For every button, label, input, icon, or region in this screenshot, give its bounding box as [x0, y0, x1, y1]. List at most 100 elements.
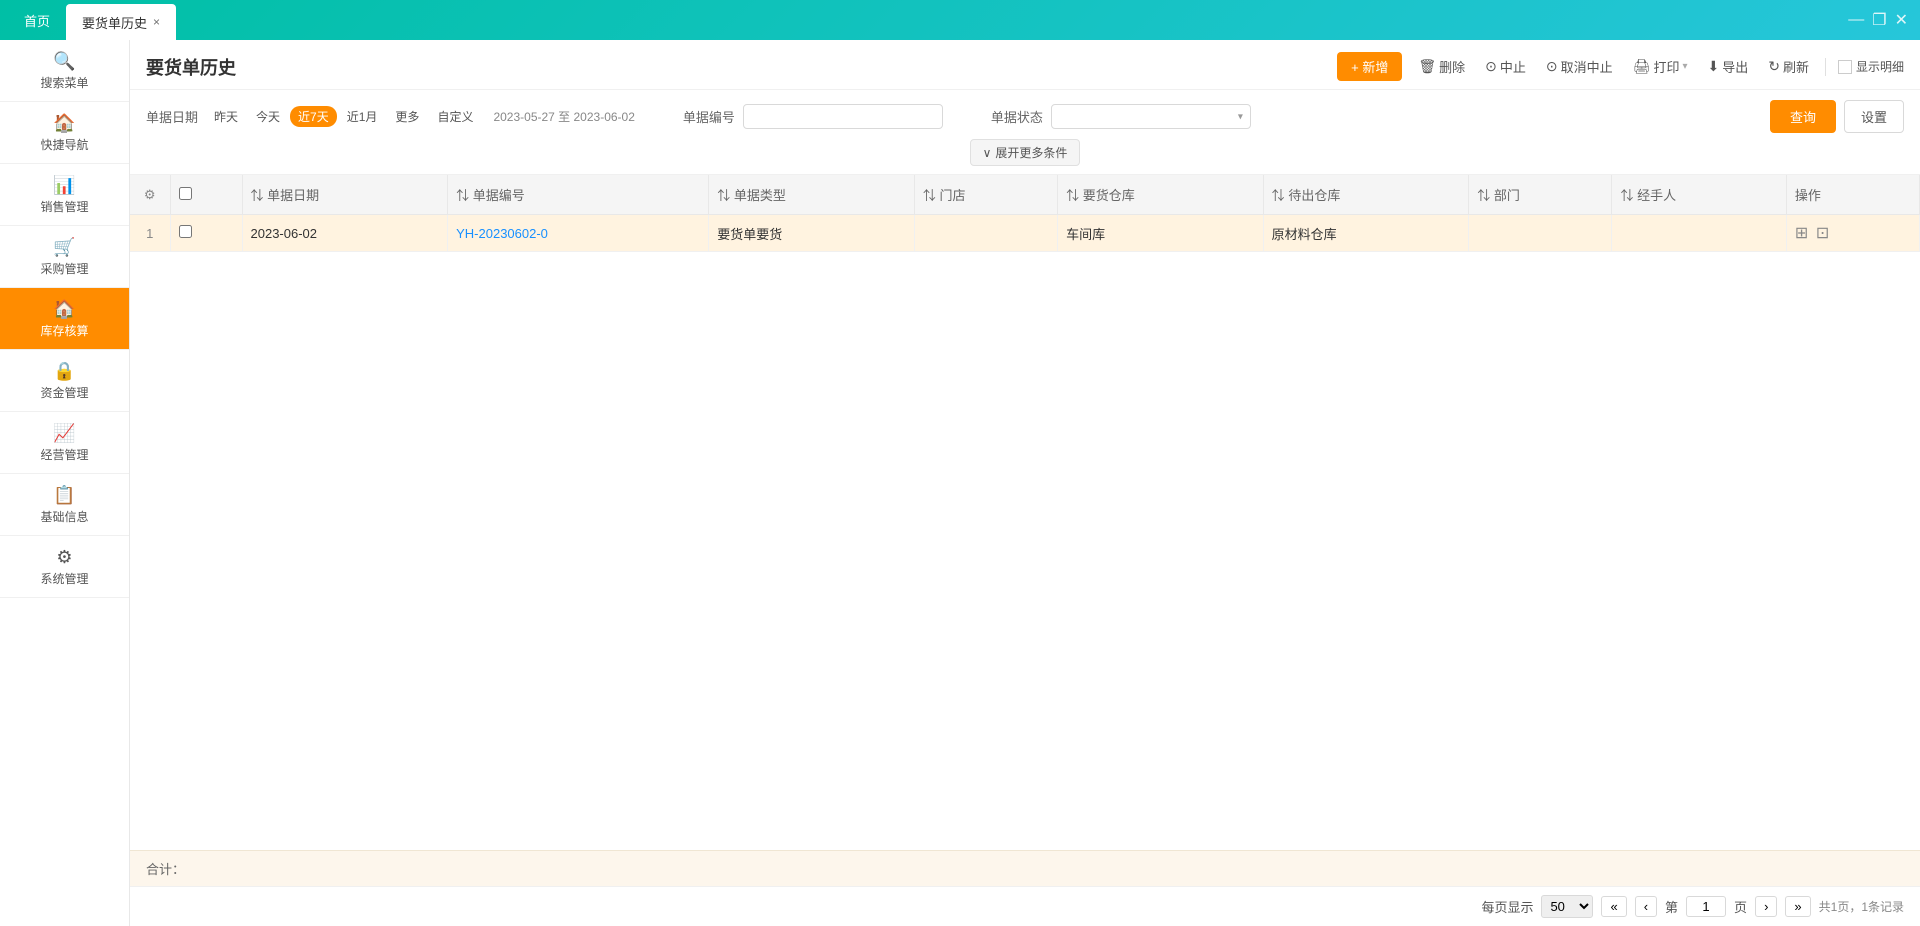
expand-row: ∨ 展开更多条件: [146, 139, 1904, 166]
table-row: 1 2023-06-02 YH-20230602-0 要货单要货 车间库 原材料…: [130, 215, 1920, 252]
column-dept-header[interactable]: ⇅ 部门: [1469, 175, 1612, 215]
column-store-header[interactable]: ⇅ 门店: [914, 175, 1057, 215]
date-option-more[interactable]: 更多: [387, 106, 427, 127]
sort-date-icon: ⇅: [251, 188, 264, 203]
table-footer: 合计：: [130, 850, 1920, 886]
sidebar-item-inventory[interactable]: 🏠 库存核算: [0, 288, 129, 350]
doc-no-link[interactable]: YH-20230602-0: [456, 226, 548, 241]
export-button[interactable]: ⬇ 导出: [1703, 53, 1752, 80]
first-page-button[interactable]: «: [1601, 896, 1626, 917]
prev-page-button[interactable]: ‹: [1635, 896, 1657, 917]
page-number-input[interactable]: [1686, 896, 1726, 917]
row-no-cell: YH-20230602-0: [448, 215, 709, 252]
cancel-stop-icon: ⊙: [1546, 58, 1558, 75]
tab-home[interactable]: 首页: [8, 0, 66, 40]
export-icon: ⬇: [1707, 58, 1719, 75]
sidebar-item-operations[interactable]: 📈 经营管理: [0, 412, 129, 474]
sidebar-item-sales[interactable]: 📊 销售管理: [0, 164, 129, 226]
row-operation-cell: ⊞ ⊡: [1786, 215, 1919, 252]
column-checkbox-header: [170, 175, 242, 215]
stop-button[interactable]: ⊙ 中止: [1481, 53, 1530, 80]
status-select[interactable]: [1051, 104, 1251, 129]
delete-button[interactable]: 🗑 删除: [1414, 53, 1469, 80]
column-type-header[interactable]: ⇅ 单据类型: [709, 175, 915, 215]
sidebar-item-purchase[interactable]: 🛒 采购管理: [0, 226, 129, 288]
sort-handler-icon: ⇅: [1620, 188, 1633, 203]
date-option-today[interactable]: 今天: [248, 106, 288, 127]
expand-more-button[interactable]: ∨ 展开更多条件: [970, 139, 1081, 166]
column-pending-warehouse-header[interactable]: ⇅ 待出仓库: [1263, 175, 1469, 215]
chevron-down-icon: ∨: [983, 146, 992, 160]
sidebar-item-quicknav[interactable]: 🏠 快捷导航: [0, 102, 129, 164]
purchase-icon: 🛒: [53, 238, 75, 256]
column-no-header[interactable]: ⇅ 单据编号: [448, 175, 709, 215]
tab-close-icon[interactable]: ×: [153, 15, 160, 29]
next-page-button[interactable]: ›: [1755, 896, 1777, 917]
window-controls: — ❐ ✕: [1848, 10, 1920, 30]
query-button[interactable]: 查询: [1770, 100, 1836, 133]
sort-pending-warehouse-icon: ⇅: [1272, 188, 1285, 203]
filter-bar: 单据日期 昨天 今天 近7天 近1月 更多 自定义 2023-05-27 至 2…: [130, 90, 1920, 175]
date-option-1month[interactable]: 近1月: [339, 106, 386, 127]
filter-buttons: 查询 设置: [1770, 100, 1904, 133]
refresh-button[interactable]: ↻ 刷新: [1764, 53, 1813, 80]
column-req-warehouse-header[interactable]: ⇅ 要货仓库: [1058, 175, 1264, 215]
restore-icon[interactable]: ❐: [1872, 10, 1886, 30]
sidebar-item-finance[interactable]: 🔒 资金管理: [0, 350, 129, 412]
doc-no-input[interactable]: [743, 104, 943, 129]
page-size-label: 每页显示: [1481, 897, 1533, 916]
show-detail-checkbox[interactable]: [1838, 60, 1852, 74]
date-option-7days[interactable]: 近7天: [290, 106, 337, 127]
finance-icon: 🔒: [53, 362, 75, 380]
row-store-cell: [914, 215, 1057, 252]
main-layout: 🔍 搜索菜单 🏠 快捷导航 📊 销售管理 🛒 采购管理 🏠 库存核算 🔒 资金管…: [0, 40, 1920, 926]
refresh-icon: ↻: [1768, 58, 1780, 75]
print-button[interactable]: 🖨 打印 ▾: [1629, 53, 1692, 80]
status-select-wrapper: ▾: [1051, 104, 1251, 129]
row-req-warehouse-cell: 车间库: [1058, 215, 1264, 252]
close-icon[interactable]: ✕: [1895, 10, 1908, 30]
filter-settings-button[interactable]: 设置: [1844, 100, 1904, 133]
cancel-stop-button[interactable]: ⊙ 取消中止: [1542, 53, 1617, 80]
page-word: 第: [1665, 897, 1678, 916]
sidebar: 🔍 搜索菜单 🏠 快捷导航 📊 销售管理 🛒 采购管理 🏠 库存核算 🔒 资金管…: [0, 40, 130, 926]
filter-row-1: 单据日期 昨天 今天 近7天 近1月 更多 自定义 2023-05-27 至 2…: [146, 100, 1904, 133]
sidebar-item-system[interactable]: ⚙ 系统管理: [0, 536, 129, 598]
page-size-select[interactable]: 50 20 100: [1541, 895, 1593, 918]
show-detail-toggle[interactable]: 显示明细: [1838, 58, 1904, 75]
page-total-info: 共1页，1条记录: [1819, 898, 1904, 915]
last-page-button[interactable]: »: [1785, 896, 1810, 917]
row-edit-icon[interactable]: ⊞: [1795, 225, 1808, 242]
sort-type-icon: ⇅: [717, 188, 730, 203]
pagination-bar: 每页显示 50 20 100 « ‹ 第 页 › » 共1页，1条记录: [130, 886, 1920, 926]
date-filter-label: 单据日期: [146, 107, 198, 126]
date-option-yesterday[interactable]: 昨天: [206, 106, 246, 127]
home-icon: 🏠: [53, 114, 75, 132]
sort-req-warehouse-icon: ⇅: [1066, 188, 1079, 203]
row-date-cell: 2023-06-02: [242, 215, 448, 252]
date-option-custom[interactable]: 自定义: [429, 106, 481, 127]
page-end-word: 页: [1734, 897, 1747, 916]
select-all-checkbox[interactable]: [179, 187, 192, 200]
tab-requisition-history[interactable]: 要货单历史 ×: [66, 4, 176, 40]
sidebar-item-search[interactable]: 🔍 搜索菜单: [0, 40, 129, 102]
sort-dept-icon: ⇅: [1477, 188, 1490, 203]
delete-icon: 🗑: [1418, 58, 1436, 75]
table-header-row: ⚙ ⇅ 单据日期 ⇅ 单据编号 ⇅: [130, 175, 1920, 215]
column-date-header[interactable]: ⇅ 单据日期: [242, 175, 448, 215]
new-button[interactable]: + 新增: [1337, 52, 1402, 81]
search-icon: 🔍: [53, 52, 75, 70]
inventory-icon: 🏠: [53, 300, 75, 318]
row-handler-cell: [1612, 215, 1786, 252]
sidebar-item-basic-info[interactable]: 📋 基础信息: [0, 474, 129, 536]
print-icon: 🖨: [1633, 58, 1651, 75]
row-checkbox[interactable]: [179, 225, 192, 238]
date-range-display: 2023-05-27 至 2023-06-02: [493, 108, 634, 125]
row-more-icon[interactable]: ⊡: [1816, 225, 1829, 242]
column-settings-header[interactable]: ⚙: [130, 175, 170, 215]
sales-icon: 📊: [53, 176, 75, 194]
column-handler-header[interactable]: ⇅ 经手人: [1612, 175, 1786, 215]
row-num-cell: 1: [130, 215, 170, 252]
minimize-icon[interactable]: —: [1848, 11, 1864, 29]
toolbar-divider: [1825, 58, 1826, 76]
